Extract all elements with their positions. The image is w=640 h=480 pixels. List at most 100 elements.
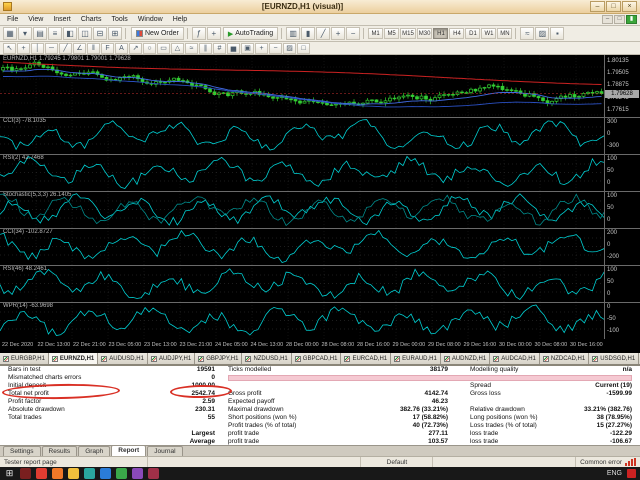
timeframe-h1[interactable]: H1 — [433, 28, 449, 39]
vertical-line-icon[interactable]: │ — [31, 42, 44, 54]
objects-list-icon[interactable]: ▣ — [241, 42, 254, 54]
navigator-icon[interactable]: ◫ — [78, 27, 92, 40]
templates-icon[interactable]: ▨ — [535, 27, 550, 40]
taskbar-app-purple-icon[interactable] — [132, 468, 143, 479]
horizontal-line-icon[interactable]: ─ — [45, 42, 58, 54]
taskbar-app-red-icon[interactable] — [36, 468, 47, 479]
pane-separator[interactable] — [0, 154, 640, 155]
tester-tab-settings[interactable]: Settings — [3, 446, 41, 456]
symbol-tab-gbpjpy[interactable]: GBPJPY,H1 — [195, 353, 243, 364]
indicator-list-icon[interactable]: ≈ — [185, 42, 198, 54]
zoom-out-icon[interactable]: − — [346, 27, 361, 40]
terminal-icon[interactable]: ⊟ — [93, 27, 107, 40]
indicators-icon[interactable]: ≈ — [520, 27, 535, 40]
main-chart-pane[interactable]: EURNZD,H1 1.79245 1.79801 1.79001 1.7962… — [0, 55, 640, 117]
time-axis[interactable]: 22 Dec 2020 22 Dec 13:00 22 Dec 21:00 23 De… — [0, 339, 640, 353]
menu-tools[interactable]: Tools — [106, 14, 132, 25]
indicator-pane-6[interactable]: WPR(14) -63.9698 0 -50 -100 — [0, 302, 640, 339]
ellipse-shape-icon[interactable]: ○ — [143, 42, 156, 54]
taskbar-app-maroon-icon[interactable] — [148, 468, 159, 479]
taskbar-app-teal-icon[interactable] — [84, 468, 95, 479]
fibonacci-icon[interactable]: F — [101, 42, 114, 54]
pane-separator[interactable] — [0, 117, 640, 118]
maximize-button[interactable]: □ — [606, 1, 621, 12]
profiles-icon[interactable]: ▤ — [33, 27, 47, 40]
timeframe-w1[interactable]: W1 — [481, 28, 497, 39]
pane-separator[interactable] — [0, 191, 640, 192]
autotrading-button[interactable]: ▶ AutoTrading — [222, 27, 279, 40]
chart-dropdown-icon[interactable]: ▾ — [18, 27, 32, 40]
menu-insert[interactable]: Insert — [48, 14, 76, 25]
menu-file[interactable]: File — [2, 14, 23, 25]
taskbar-app-green-icon[interactable] — [116, 468, 127, 479]
taskbar-start-button-icon[interactable]: ⊞ — [4, 468, 15, 479]
timeframe-m5[interactable]: M5 — [384, 28, 400, 39]
zoom-out-icon[interactable]: − — [269, 42, 282, 54]
tester-tab-journal[interactable]: Journal — [147, 446, 183, 456]
symbol-tab-gbpcad[interactable]: GBPCAD,H1 — [291, 353, 342, 364]
arrow-marker-icon[interactable]: ↗ — [129, 42, 142, 54]
new-order-button[interactable]: New Order — [131, 27, 184, 40]
symbol-tab-nzdusd[interactable]: NZDUSD,H1 — [242, 353, 292, 364]
chart-minimize-button[interactable]: – — [602, 15, 613, 24]
line-chart-icon[interactable]: ╱ — [316, 27, 331, 40]
indicator-pane-2[interactable]: RSI(2) 42.7468 100 50 0 — [0, 154, 640, 191]
pane-separator[interactable] — [0, 302, 640, 303]
crosshair-icon[interactable]: + — [17, 42, 30, 54]
indicator-pane-5[interactable]: RSI(46) 48.2461 100 50 0 — [0, 265, 640, 302]
templates-icon[interactable]: ▨ — [283, 42, 296, 54]
pane-separator[interactable] — [0, 265, 640, 266]
menu-charts[interactable]: Charts — [76, 14, 107, 25]
tester-tab-graph[interactable]: Graph — [78, 446, 111, 456]
candlestick-chart-icon[interactable]: ▮ — [301, 27, 316, 40]
period-separator-icon[interactable]: ∥ — [199, 42, 212, 54]
market-watch-icon[interactable]: ≡ — [48, 27, 62, 40]
chart-objects-icon[interactable]: + — [206, 27, 221, 40]
zoom-in-icon[interactable]: + — [331, 27, 346, 40]
rectangle-shape-icon[interactable]: ▭ — [157, 42, 170, 54]
symbol-tab-euraud[interactable]: EURAUD,H1 — [391, 353, 441, 364]
tester-tab-report[interactable]: Report — [111, 445, 147, 456]
zoom-in-icon[interactable]: + — [255, 42, 268, 54]
symbol-tab-eurgbp[interactable]: EURGBP,H1 — [0, 353, 49, 364]
language-indicator[interactable]: ENG — [607, 470, 622, 477]
timeframe-m15[interactable]: M15 — [400, 28, 416, 39]
symbol-tab-usdsgd[interactable]: USDSGD,H1 — [589, 353, 640, 364]
menu-window[interactable]: Window — [133, 14, 168, 25]
cursor-icon[interactable]: ↖ — [3, 42, 16, 54]
grid-toggle-icon[interactable]: # — [213, 42, 226, 54]
data-window-icon[interactable]: ◧ — [63, 27, 77, 40]
strategy-tester-icon[interactable]: ⊞ — [108, 27, 122, 40]
indicator-pane-3[interactable]: Stochastic(5,3,3) 26.1405 100 50 0 — [0, 191, 640, 228]
taskbar-folder-icon[interactable] — [68, 468, 79, 479]
tray-alert-icon[interactable] — [627, 469, 636, 478]
volumes-icon[interactable]: ▅ — [227, 42, 240, 54]
symbol-tab-audnzd[interactable]: AUDNZD,H1 — [440, 353, 491, 364]
depth-of-market-icon[interactable]: ▪ — [550, 27, 565, 40]
symbol-tab-audusd[interactable]: AUDUSD,H1 — [98, 353, 148, 364]
channel-icon[interactable]: ‖ — [87, 42, 100, 54]
symbol-tab-eurnzd[interactable]: EURNZD,H1 — [48, 353, 99, 364]
bar-chart-icon[interactable]: ▥ — [286, 27, 301, 40]
triangle-shape-icon[interactable]: △ — [171, 42, 184, 54]
menu-view[interactable]: View — [23, 14, 48, 25]
timeframe-m1[interactable]: M1 — [368, 28, 384, 39]
trendline-icon[interactable]: ╱ — [59, 42, 72, 54]
taskbar-app-orange-icon[interactable] — [52, 468, 63, 479]
symbol-tab-nzdcad[interactable]: NZDCAD,H1 — [539, 353, 590, 364]
symbol-tab-audjpy[interactable]: AUDJPY,H1 — [147, 353, 196, 364]
new-chart-icon[interactable]: ▦ — [3, 27, 17, 40]
taskbar-app-dark-red-icon[interactable] — [20, 468, 31, 479]
price-axis-separator[interactable] — [604, 55, 605, 339]
indicator-pane-4[interactable]: CCI(34) -102.8727 200 0 -200 — [0, 228, 640, 265]
timeframe-mn[interactable]: MN — [497, 28, 513, 39]
expert-advisors-icon[interactable]: ƒ — [191, 27, 206, 40]
timeframe-m30[interactable]: M30 — [416, 28, 433, 39]
chart-restore-button[interactable]: □ — [614, 15, 625, 24]
close-button[interactable]: × — [622, 1, 637, 12]
symbol-tab-eurcad[interactable]: EURCAD,H1 — [341, 353, 392, 364]
taskbar-app-blue-icon[interactable] — [100, 468, 111, 479]
timeframe-h4[interactable]: H4 — [449, 28, 465, 39]
text-label-icon[interactable]: A — [115, 42, 128, 54]
menu-help[interactable]: Help — [168, 14, 192, 25]
